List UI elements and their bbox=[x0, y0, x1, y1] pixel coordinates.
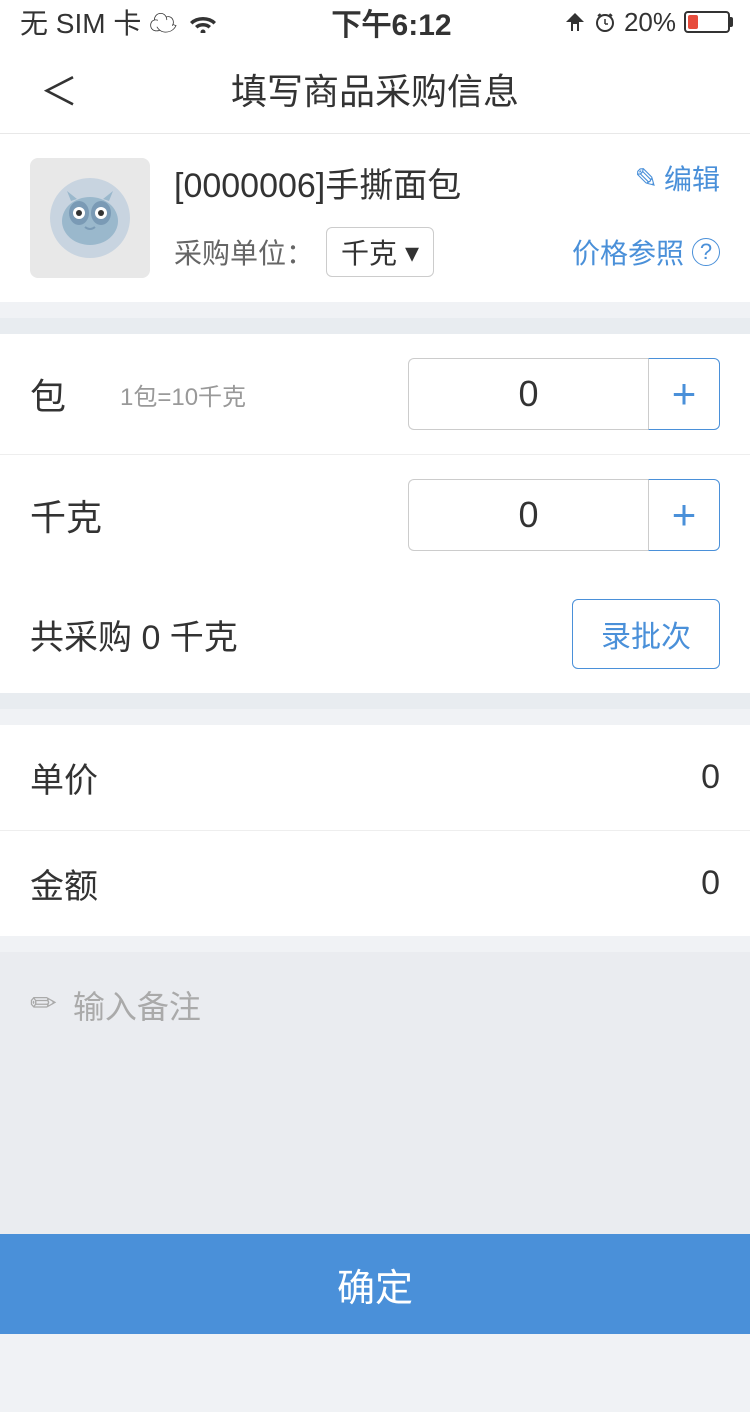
bag-input-control: 0 + bbox=[408, 358, 720, 430]
product-thumbnail bbox=[30, 158, 150, 278]
unit-price-value: 0 bbox=[701, 758, 720, 797]
unit-select[interactable]: 千克 ▾ bbox=[326, 227, 434, 277]
status-time: 下午6:12 bbox=[332, 0, 452, 44]
amount-label: 金额 bbox=[30, 859, 98, 908]
edit-icon: ✎ bbox=[635, 162, 658, 195]
status-bar: 无 SIM 卡 ☁ 下午6:12 20% bbox=[0, 0, 750, 44]
input-section: 包 1包=10千克 0 + 千克 0 + bbox=[0, 334, 750, 575]
kg-label: 千克 bbox=[30, 489, 110, 541]
edit-label: 编辑 bbox=[664, 158, 720, 198]
unit-price-label: 单价 bbox=[30, 753, 98, 802]
kg-input-control: 0 + bbox=[408, 479, 720, 551]
batch-button[interactable]: 录批次 bbox=[572, 599, 720, 669]
product-name: [0000006]手撕面包 bbox=[174, 158, 461, 207]
price-ref-label: 价格参照 bbox=[572, 232, 684, 272]
summary-text: 共采购 0 千克 bbox=[30, 610, 238, 659]
purchase-unit-label: 采购单位： bbox=[174, 232, 314, 272]
status-right: 20% bbox=[564, 7, 730, 38]
confirm-button[interactable]: 确定 bbox=[0, 1234, 750, 1334]
unit-row: 采购单位： 千克 ▾ 价格参照 ? bbox=[174, 227, 720, 277]
price-section: 单价 0 金额 0 bbox=[0, 725, 750, 936]
product-name-row: [0000006]手撕面包 ✎ 编辑 bbox=[174, 158, 720, 207]
bag-number-input[interactable]: 0 bbox=[408, 358, 648, 430]
battery-percent: 20% bbox=[624, 7, 676, 38]
product-logo bbox=[50, 178, 130, 258]
product-card: [0000006]手撕面包 ✎ 编辑 采购单位： 千克 ▾ 价格参照 ? bbox=[0, 134, 750, 302]
dropdown-icon: ▾ bbox=[405, 236, 419, 269]
amount-row: 金额 0 bbox=[0, 831, 750, 936]
kg-number-input[interactable]: 0 bbox=[408, 479, 648, 551]
kg-plus-button[interactable]: + bbox=[648, 479, 720, 551]
status-left: 无 SIM 卡 ☁ bbox=[20, 2, 219, 42]
price-ref-icon: ? bbox=[692, 238, 720, 266]
page-title: 填写商品采购信息 bbox=[231, 63, 519, 115]
unit-price-row: 单价 0 bbox=[0, 725, 750, 831]
bag-label: 包 bbox=[30, 368, 110, 420]
wifi-icon bbox=[187, 11, 219, 33]
note-placeholder: 输入备注 bbox=[73, 982, 201, 1028]
alarm-icon bbox=[594, 11, 616, 33]
kg-input-row: 千克 0 + bbox=[0, 455, 750, 575]
battery-icon bbox=[684, 11, 730, 33]
price-ref-button[interactable]: 价格参照 ? bbox=[572, 232, 720, 272]
amount-value: 0 bbox=[701, 864, 720, 903]
location-icon bbox=[564, 11, 586, 33]
divider-1 bbox=[0, 318, 750, 334]
unit-value: 千克 bbox=[341, 232, 397, 272]
nav-bar: ＜ 填写商品采购信息 bbox=[0, 44, 750, 134]
bag-plus-button[interactable]: + bbox=[648, 358, 720, 430]
back-button[interactable]: ＜ bbox=[30, 51, 88, 126]
product-info: [0000006]手撕面包 ✎ 编辑 采购单位： 千克 ▾ 价格参照 ? bbox=[174, 158, 720, 277]
summary-row: 共采购 0 千克 录批次 bbox=[0, 575, 750, 693]
note-icon: ✏ bbox=[30, 984, 57, 1022]
bag-sublabel: 1包=10千克 bbox=[120, 377, 246, 412]
bag-input-row: 包 1包=10千克 0 + bbox=[0, 334, 750, 455]
divider-2 bbox=[0, 693, 750, 709]
edit-button[interactable]: ✎ 编辑 bbox=[635, 158, 720, 198]
signal-text: 无 SIM 卡 ☁ bbox=[20, 2, 177, 42]
